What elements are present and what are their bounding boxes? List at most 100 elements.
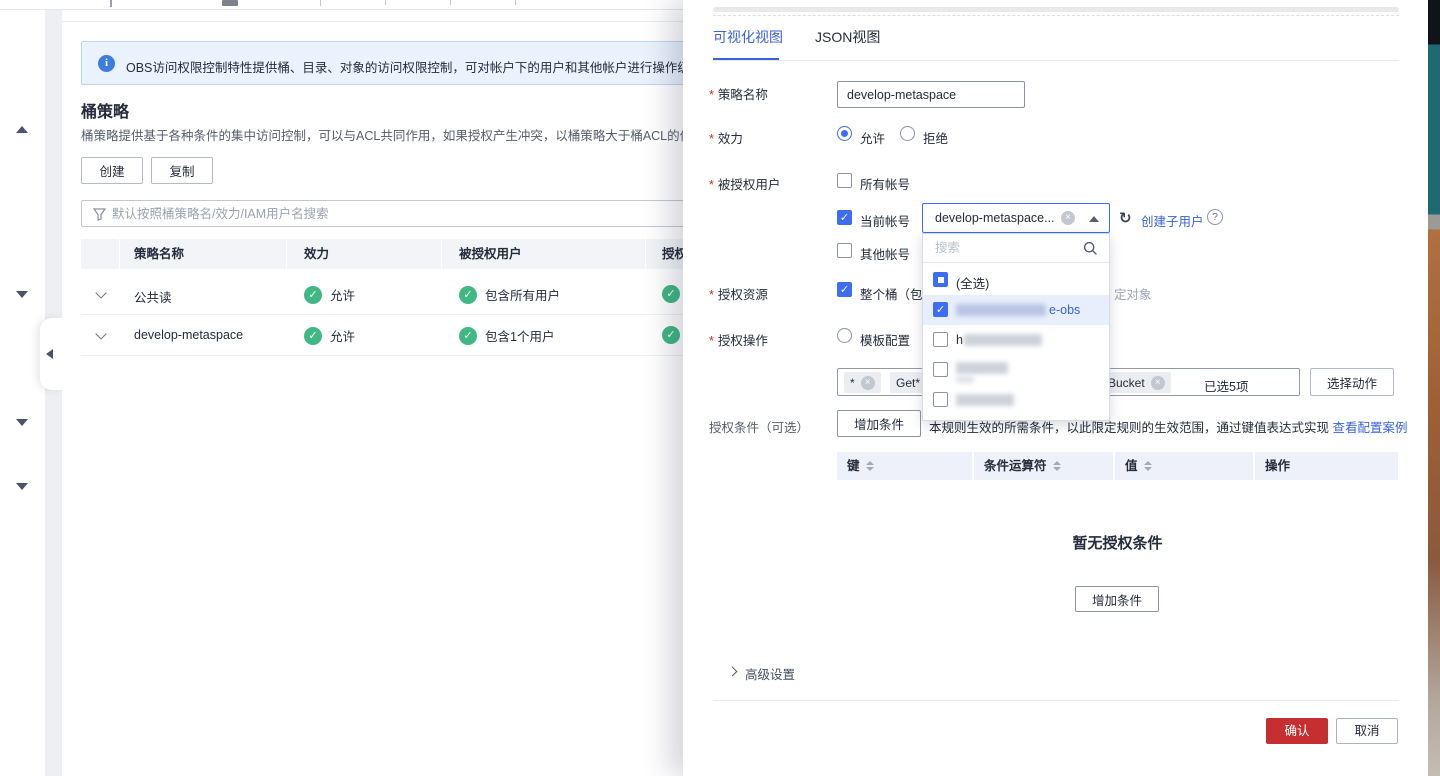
header-mark <box>385 0 386 5</box>
radio-allow-label[interactable]: 允许 <box>860 128 885 147</box>
copy-button[interactable]: 复制 <box>151 157 213 184</box>
dropdown-item[interactable]: h <box>923 325 1109 355</box>
header-mark <box>450 0 451 5</box>
remove-tag-icon[interactable]: × <box>1150 375 1165 390</box>
action-tag-text: * <box>850 375 855 390</box>
tab-visual-view[interactable]: 可视化视图 <box>713 27 783 47</box>
unchecked-checkbox[interactable] <box>933 362 948 377</box>
dropdown-item-checked[interactable]: ✓ e-obs <box>923 295 1109 325</box>
radio-allow[interactable] <box>837 126 852 141</box>
desktop-wallpaper-sliver <box>1428 0 1440 776</box>
tabs-border <box>713 60 1399 61</box>
column-operator[interactable]: 条件运算符 <box>974 452 1114 480</box>
expand-down-icon[interactable] <box>16 291 28 298</box>
principal-text: 包含1个用户 <box>485 330 555 344</box>
checkbox-current-account[interactable]: ✓ <box>837 210 852 225</box>
row-expand-icon[interactable] <box>95 287 107 299</box>
dropdown-item-select-all[interactable]: (全选) <box>923 265 1109 295</box>
sort-icon[interactable] <box>1052 461 1061 471</box>
select-arrow-up-icon[interactable] <box>1089 216 1099 222</box>
resource-hint-tail: 定对象 <box>1114 288 1152 302</box>
account-select[interactable]: develop-metaspace... × <box>922 203 1110 233</box>
info-banner-text: OBS访问权限控制特性提供桶、目录、对象的访问权限控制，可对帐户下的用户和其他帐… <box>126 61 765 75</box>
view-example-link[interactable]: 查看配置案例 <box>1333 421 1408 435</box>
header-mark <box>110 0 112 7</box>
policy-name-input[interactable] <box>837 81 1025 108</box>
edit-policy-drawer: 可视化视图 JSON视图 *策略名称 *效力 允许 拒绝 *被授权用户 所有帐号… <box>683 0 1428 776</box>
remove-tag-icon[interactable]: × <box>860 375 875 390</box>
sort-icon[interactable] <box>865 461 874 471</box>
rail-scroll-gutter[interactable] <box>45 10 62 776</box>
help-icon[interactable]: ? <box>1207 209 1223 225</box>
resource-cell: ✓ <box>662 285 680 303</box>
action-label: * 授权操作 <box>709 334 768 348</box>
checked-checkbox[interactable]: ✓ <box>933 302 948 317</box>
left-rail <box>0 10 45 776</box>
drawer-divider-dashed <box>713 15 1399 16</box>
page-title: 桶策略 <box>81 104 130 121</box>
allow-check-icon: ✓ <box>459 326 477 345</box>
redacted-text <box>956 376 974 383</box>
policy-search-input[interactable] <box>112 202 712 225</box>
sort-icon[interactable] <box>1143 461 1152 471</box>
column-key[interactable]: 键 <box>837 452 973 480</box>
select-action-button[interactable]: 选择动作 <box>1310 368 1394 396</box>
expand-down-icon[interactable] <box>16 419 28 426</box>
column-policy-name: 策略名称 <box>120 239 287 269</box>
indeterminate-checkbox[interactable] <box>933 272 948 287</box>
create-sub-user-link[interactable]: 创建子用户 <box>1141 211 1204 230</box>
redacted-text <box>956 362 1008 374</box>
item-label-prefix: h <box>956 333 963 347</box>
dropdown-item[interactable] <box>923 355 1109 385</box>
checkbox-all-accounts[interactable] <box>837 173 852 188</box>
search-icon <box>1083 241 1097 255</box>
collapse-up-icon[interactable] <box>16 126 28 133</box>
policy-name-label: * 策略名称 <box>709 88 768 102</box>
column-value[interactable]: 值 <box>1115 452 1254 480</box>
expand-down-icon[interactable] <box>16 483 28 490</box>
radio-deny[interactable] <box>900 126 915 141</box>
filter-funnel-icon <box>93 208 106 221</box>
radio-deny-label[interactable]: 拒绝 <box>923 128 948 147</box>
checkbox-whole-bucket[interactable]: ✓ <box>837 282 852 297</box>
effect-label: * 效力 <box>709 132 743 146</box>
cancel-button[interactable]: 取消 <box>1336 718 1398 744</box>
row-expand-icon[interactable] <box>95 328 107 340</box>
policy-name-cell: 公共读 <box>134 291 172 305</box>
drawer-scrollbar[interactable] <box>713 7 1399 12</box>
header-mark <box>222 0 238 6</box>
refresh-icon[interactable]: ↻ <box>1119 209 1132 227</box>
allow-check-icon: ✓ <box>304 285 322 304</box>
effect-cell: ✓ 允许 <box>304 285 355 304</box>
unchecked-checkbox[interactable] <box>933 392 948 407</box>
all-accounts-label[interactable]: 所有帐号 <box>860 174 910 193</box>
principal-text: 包含所有用户 <box>485 289 561 303</box>
tab-json-view[interactable]: JSON视图 <box>815 27 880 47</box>
dropdown-item[interactable] <box>923 385 1109 415</box>
column-operation: 操作 <box>1255 452 1398 480</box>
checkbox-other-accounts[interactable] <box>837 243 852 258</box>
advanced-settings-toggle[interactable]: 高级设置 <box>745 664 795 683</box>
dropdown-search-input[interactable] <box>935 237 1075 259</box>
empty-add-condition-button[interactable]: 增加条件 <box>1075 586 1159 612</box>
add-condition-button[interactable]: 增加条件 <box>837 410 921 437</box>
effect-text: 允许 <box>330 330 356 344</box>
effect-text: 允许 <box>330 289 356 303</box>
unchecked-checkbox[interactable] <box>933 332 948 347</box>
account-dropdown: (全选) ✓ e-obs h <box>922 233 1110 421</box>
advanced-expand-icon[interactable] <box>727 666 738 677</box>
radio-template-config[interactable] <box>837 328 852 343</box>
expander-column-header <box>81 239 120 269</box>
confirm-button[interactable]: 确认 <box>1266 718 1328 744</box>
clear-selection-icon[interactable]: × <box>1061 211 1075 225</box>
panel-collapse-handle[interactable] <box>40 318 62 390</box>
template-config-label[interactable]: 模板配置 <box>860 330 910 349</box>
select-all-label: (全选) <box>956 277 990 291</box>
other-accounts-label[interactable]: 其他帐号 <box>860 244 910 263</box>
create-button[interactable]: 创建 <box>81 157 143 184</box>
current-account-label[interactable]: 当前帐号 <box>860 211 910 230</box>
header-mark <box>515 0 516 5</box>
redacted-text <box>956 394 1014 406</box>
column-principal: 被授权用户 <box>442 239 646 269</box>
required-star: * <box>709 178 714 192</box>
